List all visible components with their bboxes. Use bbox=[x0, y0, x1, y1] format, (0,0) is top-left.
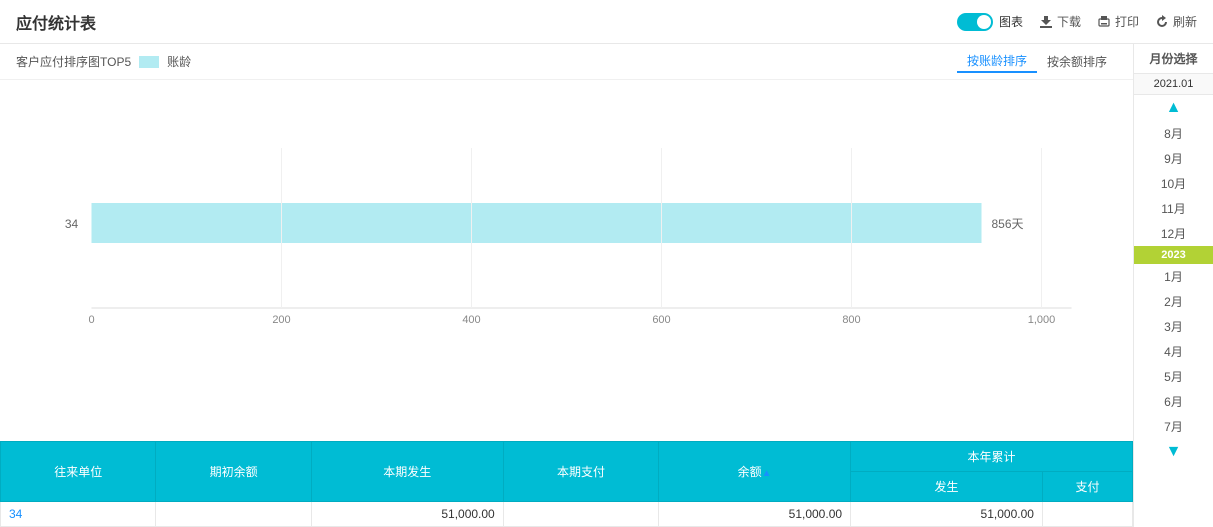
th-balance: 余额▲ bbox=[659, 442, 851, 502]
td-ytd-pay bbox=[1042, 502, 1132, 527]
svg-text:400: 400 bbox=[462, 314, 480, 326]
svg-text:200: 200 bbox=[272, 314, 290, 326]
month-6[interactable]: 6月 bbox=[1134, 389, 1213, 414]
print-button[interactable]: 打印 bbox=[1097, 13, 1139, 30]
chart-header: 客户应付排序图TOP5 账龄 按账龄排序 按余额排序 bbox=[0, 44, 1133, 80]
download-icon bbox=[1039, 15, 1053, 29]
refresh-icon bbox=[1155, 15, 1169, 29]
month-3[interactable]: 3月 bbox=[1134, 314, 1213, 339]
chart-label: 图表 bbox=[999, 13, 1023, 30]
th-ytd-pay: 支付 bbox=[1042, 472, 1132, 502]
sort-buttons: 按账龄排序 按余额排序 bbox=[957, 50, 1117, 73]
page-title: 应付统计表 bbox=[16, 10, 96, 34]
month-4[interactable]: 4月 bbox=[1134, 339, 1213, 364]
svg-text:0: 0 bbox=[88, 314, 94, 326]
svg-text:34: 34 bbox=[65, 217, 79, 231]
print-icon bbox=[1097, 15, 1111, 29]
refresh-button[interactable]: 刷新 bbox=[1155, 13, 1197, 30]
table-row: 34 51,000.00 51,000.00 51,000.00 bbox=[1, 502, 1133, 527]
header: 应付统计表 图表 下载 打印 刷新 bbox=[0, 0, 1213, 44]
sort-by-balance-button[interactable]: 按账龄排序 bbox=[957, 50, 1037, 73]
th-unit: 往来单位 bbox=[1, 442, 156, 502]
sidebar-up-button[interactable]: ▲ bbox=[1134, 95, 1213, 121]
month-9[interactable]: 9月 bbox=[1134, 146, 1213, 171]
page-wrapper: 应付统计表 图表 下载 打印 刷新 bbox=[0, 0, 1213, 527]
data-table: 往来单位 期初余额 本期发生 本期支付 余额▲ 本年累计 发生 支付 bbox=[0, 441, 1133, 527]
month-7[interactable]: 7月 bbox=[1134, 414, 1213, 439]
svg-text:1,000: 1,000 bbox=[1028, 314, 1056, 326]
td-current-pay bbox=[503, 502, 658, 527]
month-12[interactable]: 12月 bbox=[1134, 221, 1213, 246]
sidebar-header: 月份选择 bbox=[1134, 44, 1213, 74]
th-current-occur: 本期发生 bbox=[311, 442, 503, 502]
sidebar-down-button[interactable]: ▼ bbox=[1134, 439, 1213, 465]
td-unit: 34 bbox=[1, 502, 156, 527]
legend-text: 客户应付排序图TOP5 bbox=[16, 53, 131, 70]
chart-legend: 客户应付排序图TOP5 账龄 bbox=[16, 53, 191, 70]
month-5[interactable]: 5月 bbox=[1134, 364, 1213, 389]
year-marker: 2023 bbox=[1134, 246, 1213, 264]
chart-toggle[interactable] bbox=[957, 13, 993, 31]
right-sidebar: 月份选择 2021.01 ▲ 8月 9月 10月 11月 12月 2023 1月… bbox=[1133, 44, 1213, 527]
svg-text:600: 600 bbox=[652, 314, 670, 326]
th-opening: 期初余额 bbox=[156, 442, 311, 502]
td-current-occur: 51,000.00 bbox=[311, 502, 503, 527]
svg-text:856天: 856天 bbox=[992, 217, 1024, 231]
bar-chart: 34 856天 0 200 400 600 800 1,000 bbox=[16, 88, 1117, 348]
chart-panel: 客户应付排序图TOP5 账龄 按账龄排序 按余额排序 34 856天 bbox=[0, 44, 1133, 527]
sidebar-year-input[interactable]: 2021.01 bbox=[1134, 74, 1213, 95]
legend-label: 账龄 bbox=[167, 53, 191, 70]
unit-link[interactable]: 34 bbox=[9, 507, 22, 521]
th-current-pay: 本期支付 bbox=[503, 442, 658, 502]
td-balance: 51,000.00 bbox=[659, 502, 851, 527]
th-ytd-group: 本年累计 bbox=[851, 442, 1133, 472]
th-ytd-occur: 发生 bbox=[851, 472, 1043, 502]
table-section: 往来单位 期初余额 本期发生 本期支付 余额▲ 本年累计 发生 支付 bbox=[0, 441, 1133, 527]
td-ytd-occur: 51,000.00 bbox=[851, 502, 1043, 527]
month-2[interactable]: 2月 bbox=[1134, 289, 1213, 314]
month-11[interactable]: 11月 bbox=[1134, 196, 1213, 221]
month-10[interactable]: 10月 bbox=[1134, 171, 1213, 196]
svg-text:800: 800 bbox=[842, 314, 860, 326]
legend-box bbox=[139, 56, 159, 68]
month-1[interactable]: 1月 bbox=[1134, 264, 1213, 289]
download-button[interactable]: 下载 bbox=[1039, 13, 1081, 30]
sort-by-amount-button[interactable]: 按余额排序 bbox=[1037, 50, 1117, 73]
td-opening bbox=[156, 502, 311, 527]
chart-toggle-wrap: 图表 bbox=[957, 13, 1023, 31]
main-area: 客户应付排序图TOP5 账龄 按账龄排序 按余额排序 34 856天 bbox=[0, 44, 1213, 527]
bar-rect bbox=[92, 203, 982, 243]
month-8[interactable]: 8月 bbox=[1134, 121, 1213, 146]
header-actions: 图表 下载 打印 刷新 bbox=[957, 13, 1197, 31]
chart-area: 34 856天 0 200 400 600 800 1,000 bbox=[0, 80, 1133, 441]
